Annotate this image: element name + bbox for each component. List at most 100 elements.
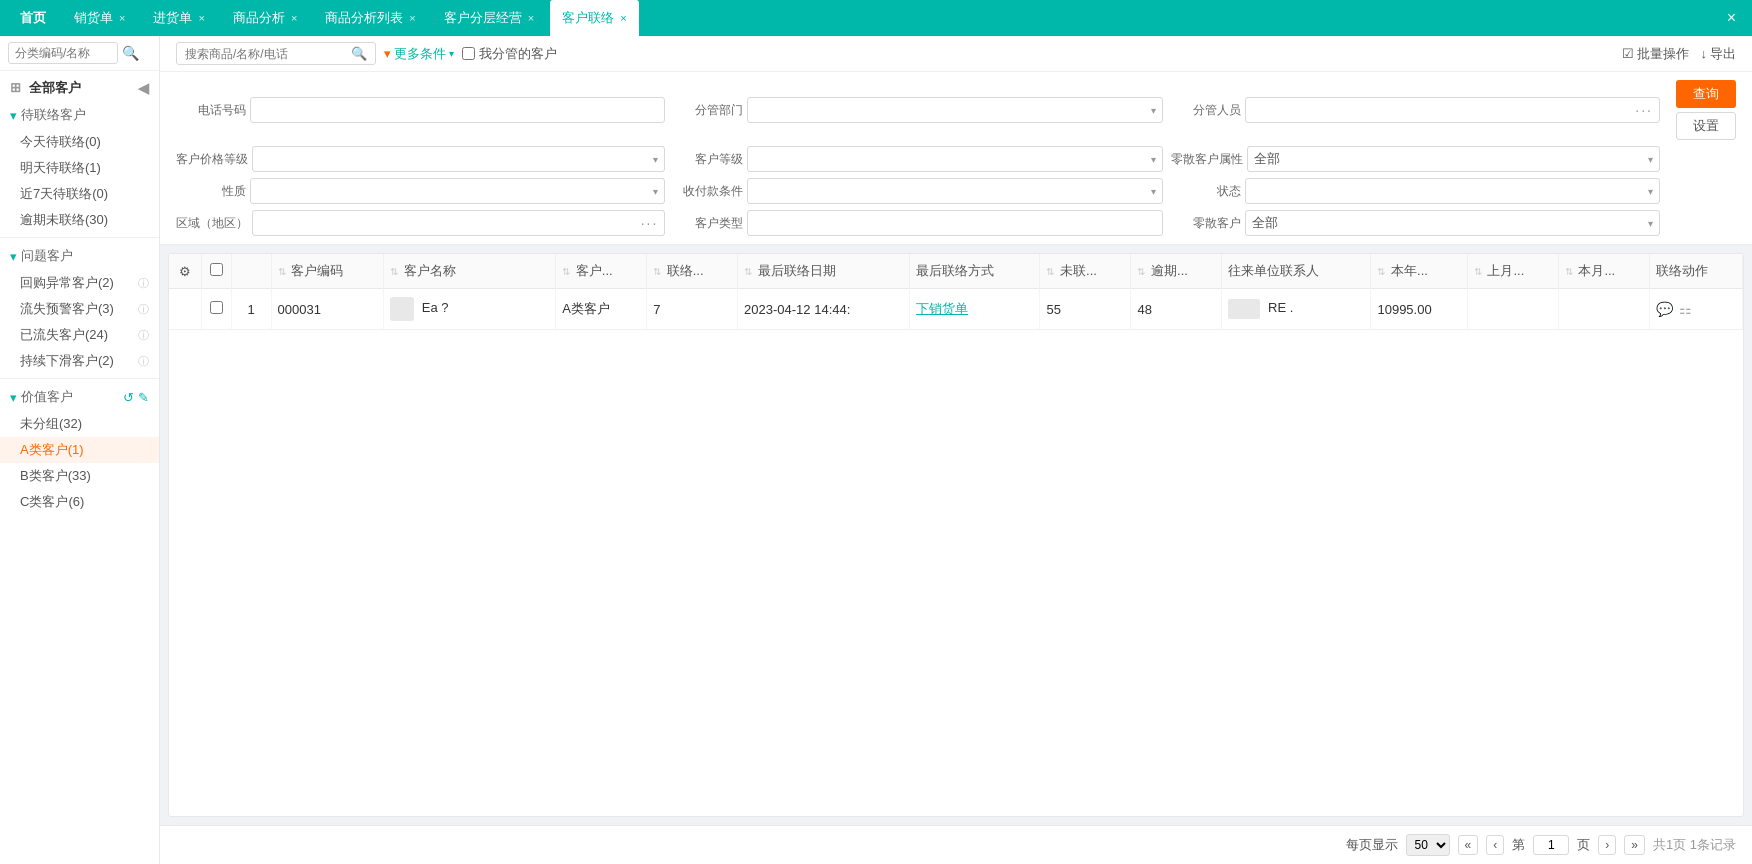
phone-label: 电话号码 <box>176 102 246 119</box>
sidebar-group-problem[interactable]: ▾ 问题客户 <box>0 242 159 270</box>
sidebar-item-b-class[interactable]: B类客户(33) <box>0 463 159 489</box>
area-select[interactable]: ··· <box>252 210 665 236</box>
sidebar-search-icon[interactable]: 🔍 <box>122 45 139 61</box>
filter-icon: ▾ <box>384 46 391 61</box>
page-input[interactable] <box>1533 835 1569 855</box>
nav-purchase[interactable]: 进货单 × <box>141 0 216 36</box>
close-goods-list-icon[interactable]: × <box>409 12 415 24</box>
sort-contacts-icon[interactable]: ⇅ <box>653 266 661 277</box>
per-page-select[interactable]: 50 <box>1406 834 1450 856</box>
nav-customer-contact[interactable]: 客户联络 × <box>550 0 638 36</box>
first-page-btn[interactable]: « <box>1458 835 1479 855</box>
batch-op-btn[interactable]: ☑ 批量操作 <box>1622 45 1689 63</box>
nav-goods-analysis[interactable]: 商品分析 × <box>221 0 309 36</box>
filter-search-input[interactable] <box>185 47 347 61</box>
sidebar-item-c-class[interactable]: C类客户(6) <box>0 489 159 515</box>
nav-home[interactable]: 首页 <box>8 0 58 36</box>
my-customers-checkbox[interactable] <box>462 47 475 60</box>
next-page-btn[interactable]: › <box>1598 835 1616 855</box>
sidebar-item-churned[interactable]: 已流失客户(24) ⓘ <box>0 322 159 348</box>
sort-lm-icon[interactable]: ⇅ <box>1474 266 1482 277</box>
arrow-down-icon: ▾ <box>10 108 17 123</box>
sort-overdue-icon[interactable]: ⇅ <box>1137 266 1145 277</box>
customer-type-select[interactable] <box>747 210 1162 236</box>
filter-dept: 分管部门 ▾ <box>673 97 1162 123</box>
price-level-select[interactable]: ▾ <box>252 146 665 172</box>
row-action: 💬 ⚏ <box>1649 289 1742 330</box>
my-customers-filter: 我分管的客户 <box>462 45 557 63</box>
gear-icon[interactable]: ⚙ <box>179 264 191 279</box>
staff-select[interactable]: ··· <box>1245 97 1660 123</box>
close-purchase-icon[interactable]: × <box>198 12 204 24</box>
qr-icon[interactable]: ⚏ <box>1679 301 1692 317</box>
customer-level-select[interactable]: ▾ <box>747 146 1162 172</box>
nav-sales[interactable]: 销货单 × <box>62 0 137 36</box>
last-page-btn[interactable]: » <box>1624 835 1645 855</box>
col-action-header: 联络动作 <box>1649 254 1742 289</box>
sidebar-group-pending[interactable]: ▾ 待联络客户 <box>0 101 159 129</box>
export-btn[interactable]: ↓ 导出 <box>1701 45 1737 63</box>
sidebar-item-ungroup[interactable]: 未分组(32) <box>0 411 159 437</box>
customer-table: ⚙ ⇅ 客户编码 ⇅ 客户名称 <box>169 254 1743 330</box>
sort-year-icon[interactable]: ⇅ <box>1377 266 1385 277</box>
retail-attr-select[interactable]: 全部 ▾ <box>1247 146 1660 172</box>
retail-customer-label: 零散客户 <box>1171 215 1241 232</box>
query-button[interactable]: 查询 <box>1676 80 1736 108</box>
row-name[interactable]: Ea ? <box>384 289 556 330</box>
row-select-checkbox[interactable] <box>210 301 223 314</box>
nav-goods-analysis-list[interactable]: 商品分析列表 × <box>313 0 427 36</box>
filter-row-2: 客户价格等级 ▾ 客户等级 ▾ 零散客户属性 全部 <box>176 146 1736 172</box>
col-gear[interactable]: ⚙ <box>169 254 201 289</box>
phone-input[interactable] <box>250 97 665 123</box>
close-all-icon[interactable]: × <box>1727 9 1736 27</box>
sidebar-item-declining[interactable]: 持续下滑客户(2) ⓘ <box>0 348 159 374</box>
close-customer-contact-icon[interactable]: × <box>620 12 626 24</box>
more-conditions-btn[interactable]: ▾ 更多条件 ▾ <box>384 45 454 63</box>
total-info: 共1页 1条记录 <box>1653 836 1736 854</box>
row-checkbox[interactable] <box>201 289 231 330</box>
nature-select[interactable]: ▾ <box>250 178 665 204</box>
edit-icon[interactable]: ✎ <box>138 390 149 405</box>
sidebar-item-churn-warning[interactable]: 流失预警客户(3) ⓘ <box>0 296 159 322</box>
refresh-icon[interactable]: ↺ <box>123 390 134 405</box>
sidebar-collapse-icon[interactable]: ◀ <box>138 80 149 96</box>
close-customer-tier-icon[interactable]: × <box>528 12 534 24</box>
toolbar-right: ☑ 批量操作 ↓ 导出 <box>1622 45 1737 63</box>
retail-customer-select[interactable]: 全部 ▾ <box>1245 210 1660 236</box>
dept-select[interactable]: ▾ <box>747 97 1162 123</box>
col-this-month-header: ⇅ 本月... <box>1558 254 1649 289</box>
sidebar-group-value[interactable]: ▾ 价值客户 ↺ ✎ <box>0 383 159 411</box>
filter-row-3: 性质 ▾ 收付款条件 ▾ 状态 <box>176 178 1736 204</box>
filter-search-icon[interactable]: 🔍 <box>351 46 367 61</box>
close-goods-analysis-icon[interactable]: × <box>291 12 297 24</box>
select-all-checkbox[interactable] <box>210 263 223 276</box>
sidebar-item-today[interactable]: 今天待联络(0) <box>0 129 159 155</box>
prev-page-btn[interactable]: ‹ <box>1486 835 1504 855</box>
nav-customer-tier[interactable]: 客户分层经营 × <box>432 0 546 36</box>
all-customers-label: ⊞ 全部客户 <box>10 79 81 97</box>
sort-code-icon[interactable]: ⇅ <box>278 266 286 277</box>
col-check[interactable] <box>201 254 231 289</box>
sidebar-item-tomorrow[interactable]: 明天待联络(1) <box>0 155 159 181</box>
row-last-way[interactable]: 下销货单 <box>910 289 1040 330</box>
message-icon[interactable]: 💬 <box>1656 301 1673 317</box>
sort-date-icon[interactable]: ⇅ <box>744 266 752 277</box>
sidebar-item-7days[interactable]: 近7天待联络(0) <box>0 181 159 207</box>
sidebar-search-input[interactable] <box>8 42 118 64</box>
status-select[interactable]: ▾ <box>1245 178 1660 204</box>
settings-button[interactable]: 设置 <box>1676 112 1736 140</box>
payment-select[interactable]: ▾ <box>747 178 1162 204</box>
sort-no-contact-icon[interactable]: ⇅ <box>1046 266 1054 277</box>
row-num: 1 <box>231 289 271 330</box>
sort-name-icon[interactable]: ⇅ <box>390 266 398 277</box>
close-sales-icon[interactable]: × <box>119 12 125 24</box>
sidebar-item-overdue[interactable]: 逾期未联络(30) <box>0 207 159 233</box>
advanced-filters: 电话号码 分管部门 ▾ 分管人员 ··· <box>160 72 1752 245</box>
sidebar-header: ⊞ 全部客户 ◀ <box>0 71 159 101</box>
row-last-month <box>1467 289 1558 330</box>
sidebar-item-repurchase[interactable]: 回购异常客户(2) ⓘ <box>0 270 159 296</box>
sort-category-icon[interactable]: ⇅ <box>562 266 570 277</box>
col-unit-contacts-header: 往来单位联系人 <box>1222 254 1371 289</box>
sidebar-item-a-class[interactable]: A类客户(1) <box>0 437 159 463</box>
sort-tm-icon[interactable]: ⇅ <box>1565 266 1573 277</box>
